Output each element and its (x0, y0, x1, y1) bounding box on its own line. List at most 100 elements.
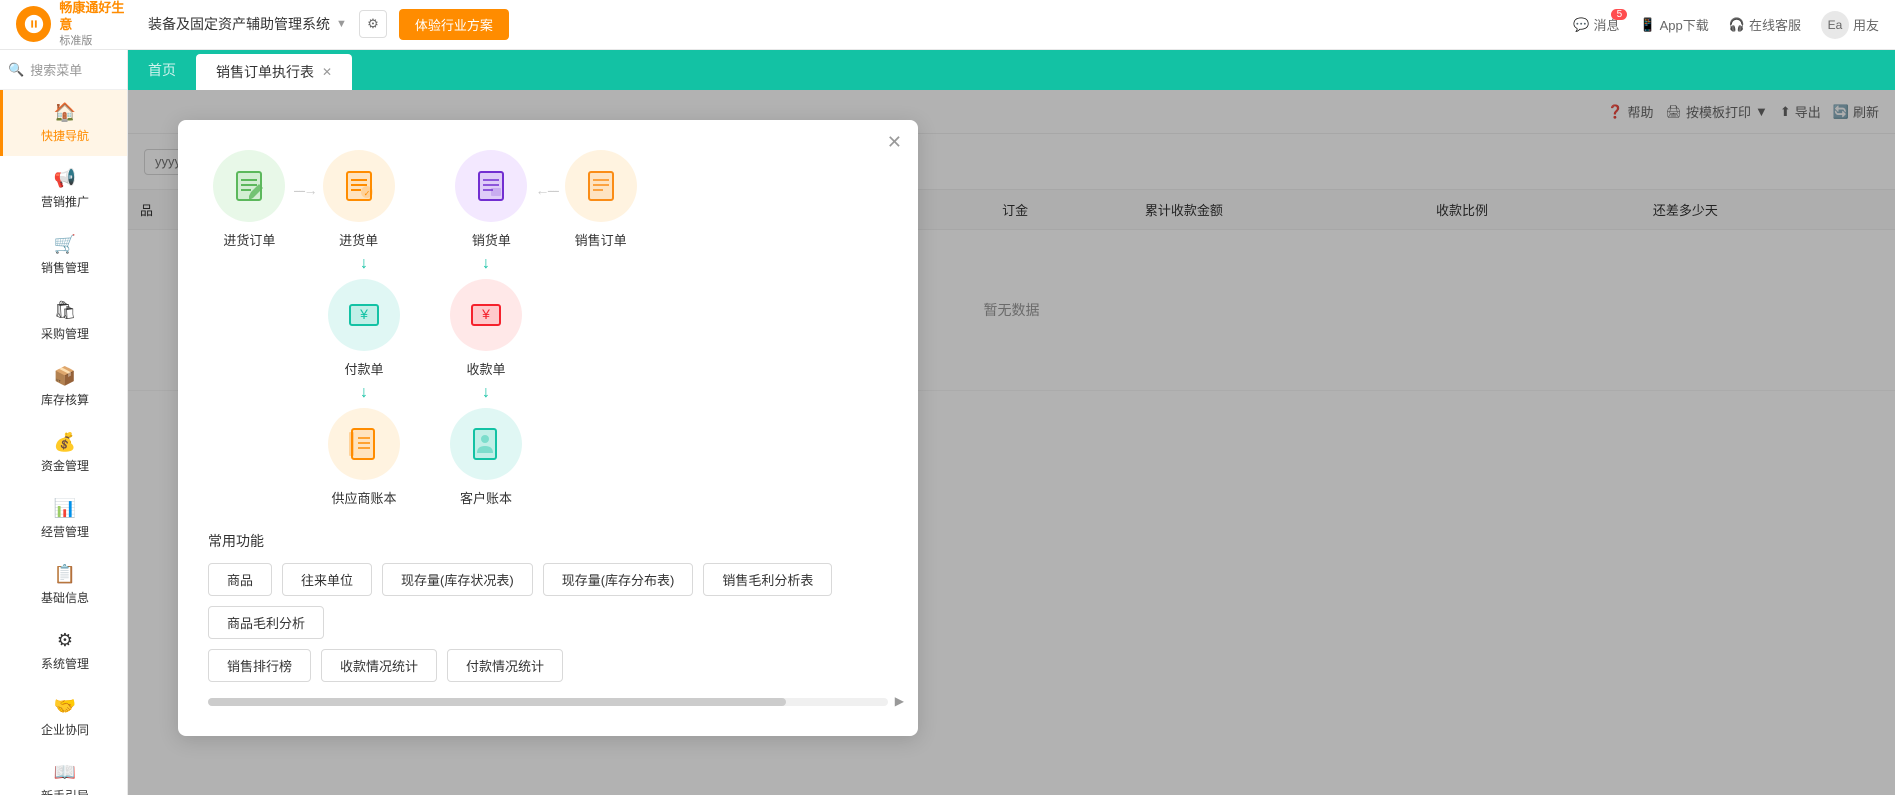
content-area: 首页 销售订单执行表 ✕ ❓ 帮助 🖨 按模板打印 (128, 50, 1895, 795)
message-badge: 5 (1611, 9, 1627, 20)
sidebar-item-finance[interactable]: 💰 资金管理 (0, 420, 127, 486)
supplier-ledger-node[interactable]: 供应商账本 (328, 408, 400, 507)
sales-flow-row: 销货单 ← - - - - (455, 150, 636, 249)
top-bar-left: 畅康通好生意 标准版 装备及固定资产辅助管理系统 ▼ ⚙ 体验行业方案 (16, 0, 509, 48)
purchase-bill-circle: ✓ (323, 150, 395, 222)
finance-icon: 💰 (54, 432, 76, 453)
sidebar-item-inventory[interactable]: 📦 库存核算 (0, 354, 127, 420)
func-btn-receipt-stat[interactable]: 收款情况统计 (321, 649, 437, 682)
svg-text:✓: ✓ (363, 189, 370, 198)
modal-close-button[interactable]: ✕ (887, 132, 902, 153)
purchase-bill-icon: ✓ (341, 168, 377, 204)
system-dropdown-arrow[interactable]: ▼ (336, 18, 347, 30)
common-buttons-row2: 销售排行榜 收款情况统计 付款情况统计 (208, 649, 888, 682)
down-arrow-receipt: ↓ (482, 253, 490, 275)
tab-bar: 首页 销售订单执行表 ✕ (128, 50, 1895, 90)
receipt-circle: ¥ (450, 279, 522, 351)
right-flow-col: 销货单 ← - - - - (450, 150, 642, 507)
logo-sub: 标准版 (59, 34, 136, 48)
down-arrow-customer: ↓ (482, 382, 490, 404)
messages-button[interactable]: 💬 消息 5 (1573, 15, 1619, 34)
func-btn-stock-status[interactable]: 现存量(库存状况表) (382, 563, 533, 596)
sales-bill-circle (455, 150, 527, 222)
left-flow-col: 进货订单 - - - - → (208, 150, 400, 507)
purchase-order-circle (213, 150, 285, 222)
sidebar-item-system[interactable]: ⚙ 系统管理 (0, 618, 127, 684)
operation-icon: 📊 (54, 498, 76, 519)
tab-sales-order-exec[interactable]: 销售订单执行表 ✕ (196, 54, 352, 90)
payment-icon: ¥ (346, 297, 382, 333)
sidebar-item-home[interactable]: 🏠 快捷导航 (0, 90, 127, 156)
func-btn-goods-profit[interactable]: 商品毛利分析 (208, 606, 324, 639)
sidebar-item-guide[interactable]: 📖 新手引导 (0, 750, 127, 795)
main-area: 🔍 搜索菜单 🏠 快捷导航 📢 营销推广 🛒 销售管理 🛍 采购管理 📦 (0, 50, 1895, 795)
arrow-h1: - - - - → (293, 182, 314, 218)
online-service-button[interactable]: 🎧 在线客服 (1729, 15, 1801, 34)
inventory-icon: 📦 (54, 366, 76, 387)
purchase-order-node[interactable]: 进货订单 (213, 150, 285, 249)
func-btn-goods[interactable]: 商品 (208, 563, 272, 596)
headset-icon: 🎧 (1729, 17, 1745, 33)
modal-overlay: ✕ (128, 90, 1895, 795)
tab-close-button[interactable]: ✕ (322, 65, 332, 79)
sidebar-item-marketing[interactable]: 📢 营销推广 (0, 156, 127, 222)
sales-bill-label: 销货单 (472, 230, 511, 249)
down-arrow-supplier: ↓ (360, 382, 368, 404)
user-menu-button[interactable]: Ea 用友 (1821, 11, 1879, 39)
purchase-order-label: 进货订单 (223, 230, 275, 249)
sidebar-item-sales[interactable]: 🛒 销售管理 (0, 222, 127, 288)
func-btn-payment-stat[interactable]: 付款情况统计 (447, 649, 563, 682)
message-icon: 💬 (1573, 17, 1589, 33)
logo-text: 畅康通好生意 标准版 (59, 0, 136, 48)
common-functions: 常用功能 商品 往来单位 现存量(库存状况表) 现存量(库存分布表) 销售毛利分… (208, 531, 888, 682)
modal-scrollbar-thumb (208, 698, 786, 706)
modal-scrollbar[interactable]: ▶ (208, 698, 888, 706)
home-icon: 🏠 (54, 102, 76, 123)
svg-text:¥: ¥ (481, 306, 490, 322)
sales-bill-node[interactable]: 销货单 (455, 150, 527, 249)
func-btn-sales-rank[interactable]: 销售排行榜 (208, 649, 311, 682)
sidebar-item-purchase[interactable]: 🛍 采购管理 (0, 288, 127, 354)
sidebar-search[interactable]: 🔍 搜索菜单 (0, 50, 127, 90)
common-buttons-row1: 商品 往来单位 现存量(库存状况表) 现存量(库存分布表) 销售毛利分析表 商品… (208, 563, 888, 639)
sales-bill-icon (473, 168, 509, 204)
payment-node[interactable]: ¥ 付款单 (328, 279, 400, 378)
phone-icon: 📱 (1639, 17, 1655, 33)
arrow-h2: ← - - - - (535, 182, 556, 218)
marketing-icon: 📢 (54, 168, 76, 189)
down-arrow-payment: ↓ (360, 253, 368, 275)
supplier-ledger-circle (328, 408, 400, 480)
sales-order-label: 销售订单 (575, 230, 627, 249)
payment-circle: ¥ (328, 279, 400, 351)
receipt-node[interactable]: ¥ 收款单 (450, 279, 522, 378)
customer-ledger-node[interactable]: 客户账本 (450, 408, 522, 507)
purchase-icon: 🛍 (54, 300, 77, 321)
sidebar-item-operation[interactable]: 📊 经营管理 (0, 486, 127, 552)
payment-label: 付款单 (344, 359, 383, 378)
trial-button[interactable]: 体验行业方案 (399, 9, 509, 40)
sidebar-item-cooperation[interactable]: 🤝 企业协同 (0, 684, 127, 750)
sales-order-node[interactable]: 销售订单 (565, 150, 637, 249)
func-btn-partner[interactable]: 往来单位 (282, 563, 372, 596)
scroll-right-arrow[interactable]: ▶ (895, 694, 904, 708)
basic-icon: 📋 (54, 564, 76, 585)
tab-home[interactable]: 首页 (128, 50, 196, 90)
system-name: 装备及固定资产辅助管理系统 ▼ (148, 14, 347, 34)
logo-area: 畅康通好生意 标准版 (16, 0, 136, 48)
func-btn-sales-profit[interactable]: 销售毛利分析表 (703, 563, 832, 596)
top-bar-right: 💬 消息 5 📱 App下载 🎧 在线客服 Ea 用友 (1573, 11, 1879, 39)
search-icon: 🔍 (8, 62, 24, 78)
func-btn-stock-dist[interactable]: 现存量(库存分布表) (543, 563, 694, 596)
system-icon: ⚙ (57, 630, 73, 651)
sidebar-item-basic[interactable]: 📋 基础信息 (0, 552, 127, 618)
app-download-button[interactable]: 📱 App下载 (1639, 15, 1708, 34)
sales-icon: 🛒 (54, 234, 76, 255)
cooperation-icon: 🤝 (54, 696, 76, 717)
customer-ledger-circle (450, 408, 522, 480)
common-title: 常用功能 (208, 531, 888, 551)
purchase-bill-label: 进货单 (339, 230, 378, 249)
purchase-bill-node[interactable]: ✓ 进货单 (323, 150, 395, 249)
settings-button[interactable]: ⚙ (359, 10, 387, 38)
supplier-ledger-label: 供应商账本 (331, 488, 396, 507)
logo-svg (23, 13, 45, 35)
